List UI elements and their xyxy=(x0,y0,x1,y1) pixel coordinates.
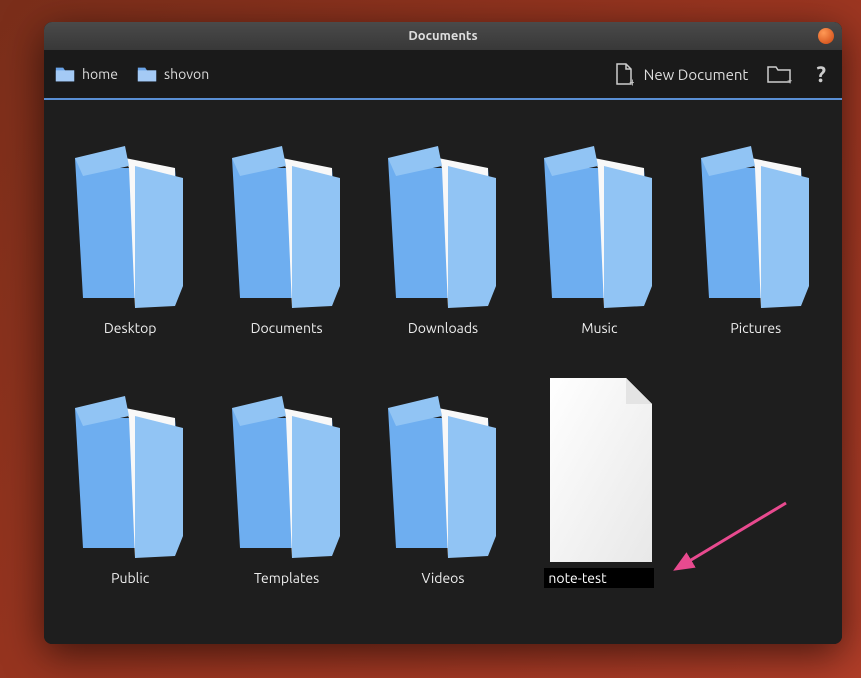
new-document-label: New Document xyxy=(644,66,749,83)
item-label: Downloads xyxy=(408,320,478,336)
item-label: Videos xyxy=(422,570,465,586)
file-item[interactable] xyxy=(521,356,677,606)
file-manager-window: Documents home xyxy=(44,22,842,644)
rename-input[interactable] xyxy=(544,568,654,588)
breadcrumb: home shovon xyxy=(54,64,614,84)
window-title: Documents xyxy=(408,29,477,43)
file-icon xyxy=(534,368,664,568)
item-label: Desktop xyxy=(104,320,157,336)
folder-icon xyxy=(136,64,158,84)
folder-item[interactable]: Public xyxy=(52,356,208,606)
breadcrumb-item-shovon[interactable]: shovon xyxy=(136,64,209,84)
folder-icon xyxy=(378,118,508,318)
toolbar: home shovon + xyxy=(44,50,842,100)
folder-icon xyxy=(54,64,76,84)
item-label: Documents xyxy=(251,320,323,336)
folder-icon xyxy=(222,118,352,318)
item-label: Templates xyxy=(254,570,319,586)
document-plus-icon: + xyxy=(614,62,634,86)
folder-item[interactable]: Pictures xyxy=(678,106,834,356)
item-label: Music xyxy=(581,320,617,336)
folder-icon xyxy=(378,368,508,568)
svg-text:+: + xyxy=(787,75,792,84)
breadcrumb-label: home xyxy=(82,66,118,82)
folder-item[interactable]: Downloads xyxy=(365,106,521,356)
folder-item[interactable]: Desktop xyxy=(52,106,208,356)
folder-icon xyxy=(65,118,195,318)
item-label: Pictures xyxy=(730,320,781,336)
folder-item[interactable]: Documents xyxy=(208,106,364,356)
folder-icon xyxy=(534,118,664,318)
folder-icon xyxy=(222,368,352,568)
titlebar[interactable]: Documents xyxy=(44,22,842,50)
new-folder-button[interactable]: + xyxy=(766,64,792,84)
folder-icon xyxy=(691,118,821,318)
close-icon[interactable] xyxy=(818,28,834,44)
folder-item[interactable]: Templates xyxy=(208,356,364,606)
breadcrumb-item-home[interactable]: home xyxy=(54,64,118,84)
item-label: Public xyxy=(111,570,149,586)
file-grid: Desktop Documents Downloads Music Pictur… xyxy=(44,100,842,644)
help-icon[interactable]: ? xyxy=(810,62,832,87)
new-document-button[interactable]: + New Document xyxy=(614,62,749,86)
breadcrumb-label: shovon xyxy=(164,66,209,82)
folder-item[interactable]: Videos xyxy=(365,356,521,606)
toolbar-actions: + New Document + ? xyxy=(614,62,832,87)
folder-item[interactable]: Music xyxy=(521,106,677,356)
svg-text:+: + xyxy=(629,76,634,86)
folder-icon xyxy=(65,368,195,568)
